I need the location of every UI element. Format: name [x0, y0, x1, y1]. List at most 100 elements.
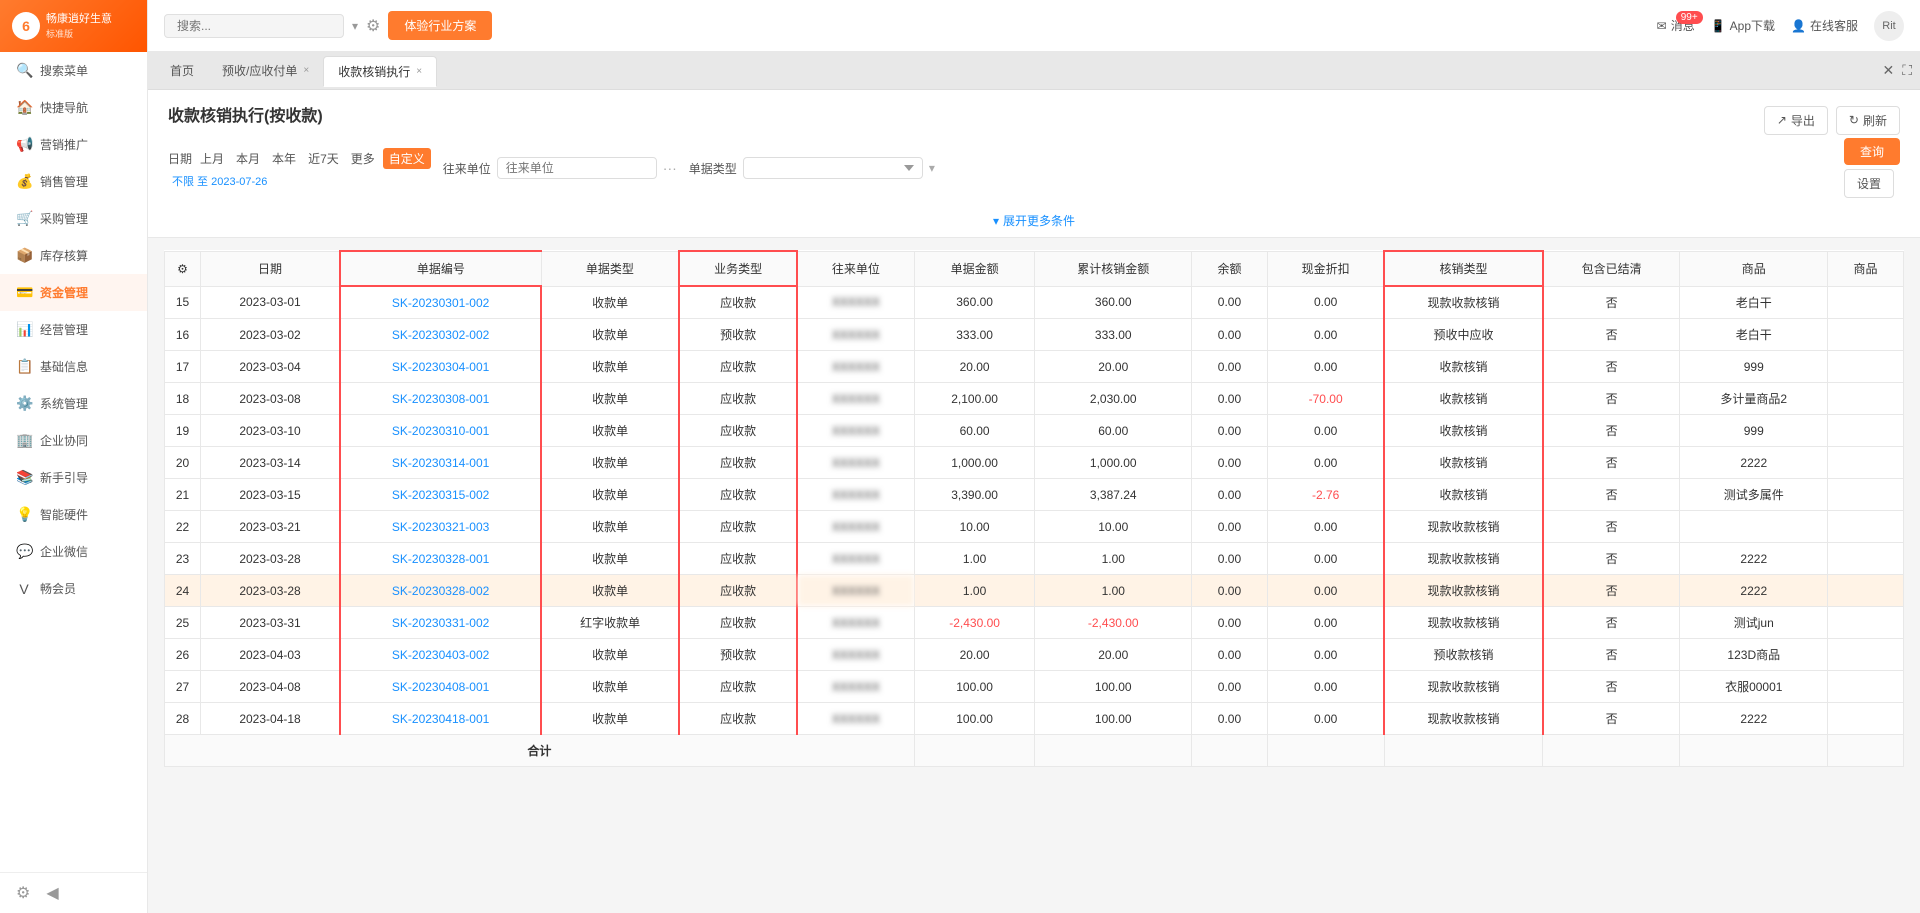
cell-verify-type: 收款核销 [1384, 383, 1542, 415]
bill-type-label: 单据类型 [689, 160, 737, 177]
cell-bill-type: 收款单 [541, 415, 679, 447]
col-verified-amount-header[interactable]: 累计核销金额 [1035, 251, 1192, 286]
cell-no: 27 [165, 671, 201, 703]
inventory-icon: 📦 [16, 247, 32, 264]
col-goods-header[interactable]: 商品 [1680, 251, 1828, 286]
bill-type-select[interactable]: 收款单 红字收款单 [743, 157, 923, 179]
total-label: 合计 [165, 735, 915, 767]
refresh-btn[interactable]: ↻ 刷新 [1836, 106, 1900, 135]
cell-no: 24 [165, 575, 201, 607]
header-top: 收款核销执行(按收款) ↗ 导出 ↻ 刷新 [168, 102, 1900, 138]
bill-no-link[interactable]: SK-20230302-002 [392, 328, 489, 342]
cell-goods: 多计量商品2 [1680, 383, 1828, 415]
sidebar-item-purchase[interactable]: 🛒采购管理 [0, 200, 147, 237]
bill-no-link[interactable]: SK-20230315-002 [392, 488, 489, 502]
tab-expand-btn[interactable]: ⛶ [1902, 62, 1912, 79]
bill-no-link[interactable]: SK-20230304-001 [392, 360, 489, 374]
sidebar-item-finance[interactable]: 💳资金管理 [0, 274, 147, 311]
sidebar-item-basic[interactable]: 📋基础信息 [0, 348, 147, 385]
col-biz-type-header[interactable]: 业务类型 [679, 251, 797, 286]
sidebar-item-wechat[interactable]: 💬企业微信 [0, 533, 147, 570]
bill-no-link[interactable]: SK-20230331-002 [392, 616, 489, 630]
col-amount-header[interactable]: 单据金额 [914, 251, 1035, 286]
sidebar-item-system[interactable]: ⚙️系统管理 [0, 385, 147, 422]
cell-balance: 0.00 [1192, 286, 1268, 319]
tab-home[interactable]: 首页 [156, 56, 208, 85]
tab-prepay-close[interactable]: × [303, 65, 309, 76]
date-7days-btn[interactable]: 近7天 [304, 148, 343, 169]
col-goods2-header[interactable]: 商品 [1828, 251, 1904, 286]
date-prev-month-btn[interactable]: 上月 [196, 148, 228, 169]
cell-amount: 3,390.00 [914, 479, 1035, 511]
bill-no-link[interactable]: SK-20230403-002 [392, 648, 489, 662]
cell-bill-type: 收款单 [541, 703, 679, 735]
bill-no-link[interactable]: SK-20230328-001 [392, 552, 489, 566]
counterpart-input[interactable] [497, 157, 657, 179]
bill-no-link[interactable]: SK-20230321-003 [392, 520, 489, 534]
cell-goods: 老白干 [1680, 286, 1828, 319]
online-service-btn[interactable]: 👤 在线客服 [1791, 17, 1858, 34]
bill-no-link[interactable]: SK-20230314-001 [392, 456, 489, 470]
cell-balance: 0.00 [1192, 415, 1268, 447]
topbar-search-input[interactable] [164, 14, 344, 38]
settings-icon[interactable]: ⚙ [16, 883, 30, 903]
col-counterpart-header[interactable]: 往来单位 [797, 251, 914, 286]
date-this-month-btn[interactable]: 本月 [232, 148, 264, 169]
cell-no: 21 [165, 479, 201, 511]
col-discount-header[interactable]: 现金折扣 [1267, 251, 1384, 286]
cell-biz-type: 预收款 [679, 319, 797, 351]
sidebar-item-hardware[interactable]: 💡智能硬件 [0, 496, 147, 533]
sidebar-item-guide[interactable]: 📚新手引导 [0, 459, 147, 496]
col-bill-type-header[interactable]: 单据类型 [541, 251, 679, 286]
user-avatar[interactable]: Rit [1874, 11, 1904, 41]
settings-icon-topbar[interactable]: ⚙ [366, 16, 380, 36]
export-btn[interactable]: ↗ 导出 [1764, 106, 1828, 135]
date-this-year-btn[interactable]: 本年 [268, 148, 300, 169]
col-settings-header[interactable]: ⚙ [165, 251, 201, 286]
tab-close-all-btn[interactable]: ✕ [1882, 62, 1894, 79]
col-include-settled-header[interactable]: 包含已结清 [1543, 251, 1680, 286]
tab-prepay[interactable]: 预收/应收付单 × [208, 56, 323, 85]
sidebar-item-sales[interactable]: 💰销售管理 [0, 163, 147, 200]
col-balance-header[interactable]: 余额 [1192, 251, 1268, 286]
bill-no-link[interactable]: SK-20230310-001 [392, 424, 489, 438]
tab-verify[interactable]: 收款核销执行 × [323, 56, 437, 87]
cell-verify-type: 现款收款核销 [1384, 575, 1542, 607]
col-date-header[interactable]: 日期 [201, 251, 341, 286]
bill-no-link[interactable]: SK-20230418-001 [392, 712, 489, 726]
expand-conditions-btn[interactable]: ▾ 展开更多条件 [993, 212, 1075, 229]
table-row: 15 2023-03-01 SK-20230301-002 收款单 应收款 XX… [165, 286, 1904, 319]
bill-no-link[interactable]: SK-20230328-002 [392, 584, 489, 598]
col-bill-no-header[interactable]: 单据编号 [340, 251, 541, 286]
query-btn[interactable]: 查询 [1844, 138, 1900, 165]
counterpart-more-btn[interactable]: ··· [663, 160, 677, 176]
settings-filter-btn[interactable]: 设置 [1844, 169, 1894, 198]
sidebar-item-shortcut[interactable]: 🏠快捷导航 [0, 89, 147, 126]
message-btn[interactable]: ✉ 消息 99+ [1657, 17, 1695, 34]
sidebar-item-search[interactable]: 🔍搜索菜单 [0, 52, 147, 89]
cell-verified-amount: 1.00 [1035, 575, 1192, 607]
sidebar-item-operations[interactable]: 📊经营管理 [0, 311, 147, 348]
sidebar-item-member[interactable]: V畅会员 [0, 570, 147, 607]
date-more-btn[interactable]: 更多 [347, 148, 379, 169]
cell-goods: 123D商品 [1680, 639, 1828, 671]
col-verify-type-header[interactable]: 核销类型 [1384, 251, 1542, 286]
cell-biz-type: 应收款 [679, 543, 797, 575]
date-custom-btn[interactable]: 自定义 [383, 148, 431, 169]
industry-btn[interactable]: 体验行业方案 [388, 11, 492, 40]
cell-biz-type: 应收款 [679, 575, 797, 607]
bill-no-link[interactable]: SK-20230308-001 [392, 392, 489, 406]
sidebar-item-marketing[interactable]: 📢营销推广 [0, 126, 147, 163]
bill-no-link[interactable]: SK-20230408-001 [392, 680, 489, 694]
sidebar-nav: 🔍搜索菜单🏠快捷导航📢营销推广💰销售管理🛒采购管理📦库存核算💳资金管理📊经营管理… [0, 52, 147, 872]
bill-type-arrow[interactable]: ▾ [929, 161, 935, 175]
table-row: 16 2023-03-02 SK-20230302-002 收款单 预收款 XX… [165, 319, 1904, 351]
sidebar-item-company[interactable]: 🏢企业协同 [0, 422, 147, 459]
app-download-btn[interactable]: 📱 App下载 [1711, 17, 1775, 34]
sidebar-item-inventory[interactable]: 📦库存核算 [0, 237, 147, 274]
cell-include-settled: 否 [1543, 447, 1680, 479]
collapse-icon[interactable]: ◀ [46, 883, 58, 903]
tab-verify-close[interactable]: × [416, 66, 422, 77]
bill-no-link[interactable]: SK-20230301-002 [392, 296, 489, 310]
topbar-dropdown-icon[interactable]: ▾ [352, 19, 358, 33]
